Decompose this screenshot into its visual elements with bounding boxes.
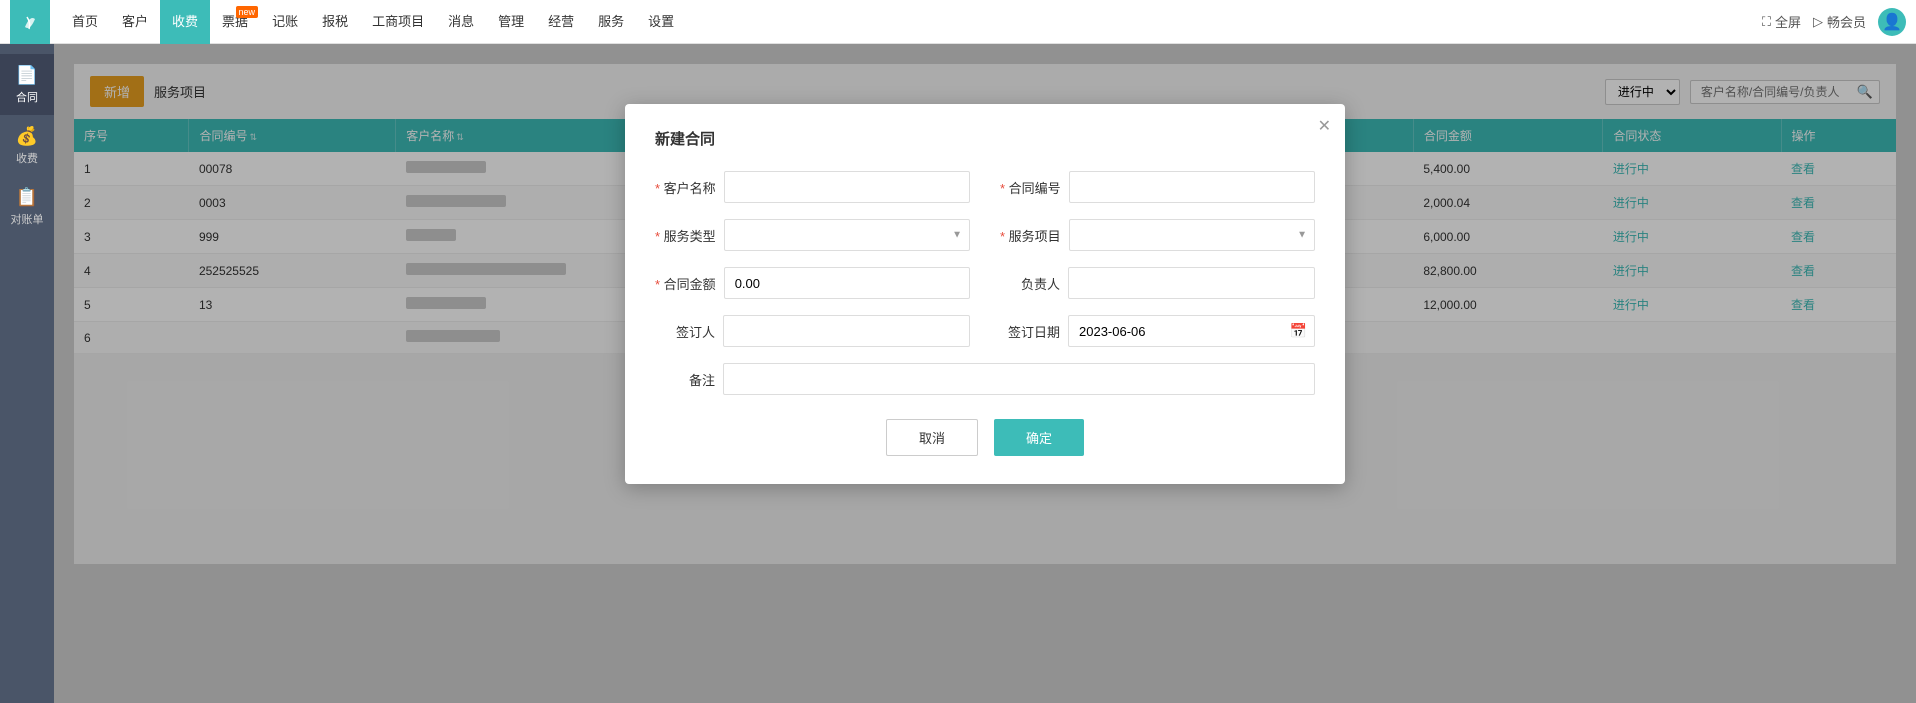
cancel-button[interactable]: 取消 [886,419,978,456]
new-contract-modal: ✕ 新建合同 客户名称 合同编号 服务类型 [625,104,1345,484]
sidebar-label-contract: 合同 [16,89,38,105]
label-signer: 签订人 [655,322,715,341]
label-responsible: 负责人 [1000,274,1060,293]
sidebar-label-statement: 对账单 [11,211,44,227]
modal-overlay: ✕ 新建合同 客户名称 合同编号 服务类型 [54,44,1916,703]
nav-home[interactable]: 首页 [60,0,110,44]
select-service-type[interactable] [724,219,970,251]
nav-right-area: ⛶ 全屏 ▷ 畅会员 👤 [1762,8,1906,36]
statement-icon: 📋 [16,186,38,208]
fullscreen-icon: ⛶ [1762,14,1771,30]
input-amount[interactable] [724,267,970,299]
nav-message[interactable]: 消息 [436,0,486,44]
top-navigation: 首页 客户 收费 票据 new 记账 报税 工商项目 消息 管理 经营 服务 设… [0,0,1916,44]
form-row-remark: 备注 [655,363,1315,395]
nav-business[interactable]: 工商项目 [360,0,436,44]
modal-footer: 取消 确定 [655,419,1315,456]
nav-invoice[interactable]: 票据 new [210,0,260,44]
label-service-item: 服务项目 [1000,226,1061,245]
form-row-service-item: 服务项目 ▼ [1000,219,1315,251]
input-sign-date[interactable] [1068,315,1315,347]
avatar-icon: 👤 [1882,12,1902,32]
fullscreen-button[interactable]: ⛶ 全屏 [1762,12,1801,31]
app-logo [10,0,50,44]
label-contract-no: 合同编号 [1000,178,1061,197]
confirm-button[interactable]: 确定 [994,419,1084,456]
nav-bookkeeping[interactable]: 记账 [260,0,310,44]
form-row-signer: 签订人 [655,315,970,347]
label-amount: 合同金额 [655,274,716,293]
nav-operation[interactable]: 经营 [536,0,586,44]
label-client-name: 客户名称 [655,178,716,197]
main-layout: 📄 合同 💰 收费 📋 对账单 新增 服务项目 进行中 已完成 已终止 [0,44,1916,703]
service-item-wrapper: ▼ [1069,219,1315,251]
contract-icon: 📄 [16,64,38,86]
form-row-client: 客户名称 [655,171,970,203]
form-row-service-type: 服务类型 ▼ [655,219,970,251]
form-row-contract-no: 合同编号 [1000,171,1315,203]
sidebar-item-statement[interactable]: 📋 对账单 [0,176,54,237]
vip-icon: ▷ [1813,14,1823,30]
avatar[interactable]: 👤 [1878,8,1906,36]
modal-title: 新建合同 [655,128,1315,149]
label-service-type: 服务类型 [655,226,716,245]
nav-fee[interactable]: 收费 [160,0,210,44]
select-service-item[interactable] [1069,219,1315,251]
form-row-amount: 合同金额 [655,267,970,299]
nav-service[interactable]: 服务 [586,0,636,44]
sidebar-item-contract[interactable]: 📄 合同 [0,54,54,115]
new-badge: new [236,6,259,19]
vip-button[interactable]: ▷ 畅会员 [1813,12,1866,31]
nav-manage[interactable]: 管理 [486,0,536,44]
input-remark[interactable] [723,363,1315,395]
input-signer[interactable] [723,315,970,347]
label-remark: 备注 [655,370,715,389]
content-area: 新增 服务项目 进行中 已完成 已终止 🔍 序号 合同编号 [54,44,1916,703]
form-row-responsible: 负责人 [1000,267,1315,299]
label-sign-date: 签订日期 [1000,322,1060,341]
input-responsible[interactable] [1068,267,1315,299]
input-contract-no[interactable] [1069,171,1315,203]
nav-client[interactable]: 客户 [110,0,160,44]
modal-form: 客户名称 合同编号 服务类型 ▼ [655,171,1315,395]
nav-tax[interactable]: 报税 [310,0,360,44]
fee-icon: 💰 [16,125,38,147]
modal-close-button[interactable]: ✕ [1318,116,1331,136]
nav-settings[interactable]: 设置 [636,0,686,44]
input-client-name[interactable] [724,171,970,203]
sidebar-label-fee: 收费 [16,150,38,166]
sidebar: 📄 合同 💰 收费 📋 对账单 [0,44,54,703]
service-type-wrapper: ▼ [724,219,970,251]
form-row-sign-date: 签订日期 📅 [1000,315,1315,347]
sidebar-item-fee[interactable]: 💰 收费 [0,115,54,176]
date-wrapper: 📅 [1068,315,1315,347]
